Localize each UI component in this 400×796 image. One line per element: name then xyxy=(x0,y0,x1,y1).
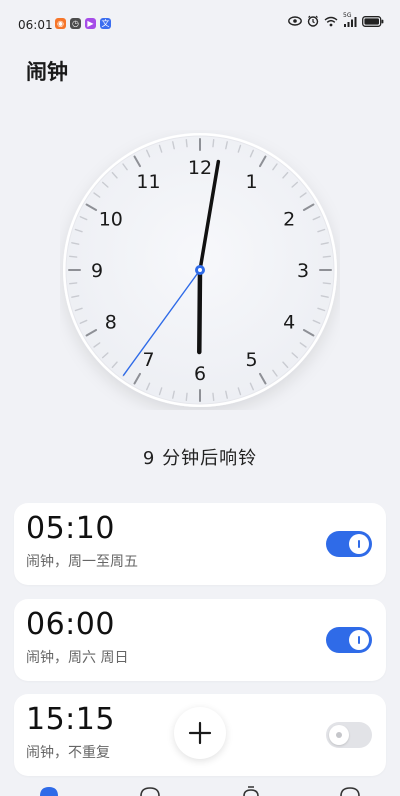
status-time: 06:01 xyxy=(18,18,53,32)
tab-alarm-icon[interactable] xyxy=(38,786,60,796)
clock-face: 121234567891011 xyxy=(63,133,337,407)
clock-numeral: 9 xyxy=(91,260,103,282)
alarm-status-icon xyxy=(307,15,319,27)
clock-tick xyxy=(185,392,188,401)
page-title: 闹钟 xyxy=(26,60,68,84)
clock-tick xyxy=(212,139,215,148)
clock-numeral: 11 xyxy=(136,171,160,193)
status-app-icons: ◉ ◷ ▶ 文 xyxy=(55,18,111,29)
clock-numeral: 5 xyxy=(245,349,257,371)
clock-tick xyxy=(69,255,78,258)
clock-tick xyxy=(69,282,78,285)
alarm-time: 05:10 xyxy=(26,511,115,546)
wifi-icon xyxy=(324,16,338,27)
clock-tick xyxy=(322,255,331,258)
clock-numeral: 4 xyxy=(283,312,295,334)
clock-tick xyxy=(185,139,188,148)
clock-numeral: 6 xyxy=(194,363,206,385)
status-indicators: 5G xyxy=(288,12,384,27)
alarm-repeat-desc: 闹钟，周六 周日 xyxy=(26,650,129,666)
clock-numeral: 2 xyxy=(283,209,295,231)
toggle-knob xyxy=(329,725,349,745)
tab-world-clock-icon[interactable] xyxy=(139,786,161,796)
toggle-knob xyxy=(349,630,369,650)
alarm-toggle[interactable] xyxy=(326,627,372,653)
clock-numeral: 12 xyxy=(188,157,212,179)
battery-icon xyxy=(362,15,384,27)
add-alarm-button[interactable] xyxy=(174,707,226,759)
app-notification-icon: ◉ xyxy=(55,18,66,29)
alarm-repeat-desc: 闹钟，周一至周五 xyxy=(26,554,138,570)
status-bar: 06:01 ◉ ◷ ▶ 文 5G xyxy=(0,0,400,50)
alarm-toggle[interactable] xyxy=(326,722,372,748)
cellular-signal-icon: 5G xyxy=(343,12,357,27)
alarm-toggle[interactable] xyxy=(326,531,372,557)
clock-numeral: 3 xyxy=(297,260,309,282)
alarm-item-0600[interactable]: 06:00 闹钟，周六 周日 xyxy=(14,599,386,681)
analog-clock: 12 1 2 3 4 5 6 7 8 9 10 11 xyxy=(60,130,340,410)
clock-numeral: 7 xyxy=(142,349,154,371)
alarm-time: 06:00 xyxy=(26,607,115,642)
next-alarm-countdown: 9 分钟后响铃 xyxy=(142,448,258,469)
network-type-label: 5G xyxy=(343,11,352,19)
hour-hand xyxy=(197,267,203,355)
alarm-item-0510[interactable]: 05:10 闹钟，周一至周五 xyxy=(14,503,386,585)
alarm-repeat-desc: 闹钟，不重复 xyxy=(26,745,110,761)
toggle-knob xyxy=(349,534,369,554)
clock-numeral: 1 xyxy=(245,171,257,193)
bottom-navigation xyxy=(0,786,400,796)
plus-icon xyxy=(188,721,212,745)
eye-comfort-icon xyxy=(288,16,302,26)
clock-numeral: 10 xyxy=(99,209,123,231)
video-app-icon: ▶ xyxy=(85,18,96,29)
alarm-clock-screen: 06:01 ◉ ◷ ▶ 文 5G 闹钟 12 1 2 3 4 5 6 7 8 9… xyxy=(0,0,400,796)
clock-tick xyxy=(322,282,331,285)
tab-stopwatch-icon[interactable] xyxy=(240,786,262,796)
clock-tick xyxy=(212,392,215,401)
clock-center-dot xyxy=(198,268,202,272)
alarm-app-icon: ◷ xyxy=(70,18,81,29)
alarm-time: 15:15 xyxy=(26,702,115,737)
tab-timer-icon[interactable] xyxy=(339,786,361,796)
clock-numeral: 8 xyxy=(105,312,117,334)
translate-app-icon: 文 xyxy=(100,18,111,29)
